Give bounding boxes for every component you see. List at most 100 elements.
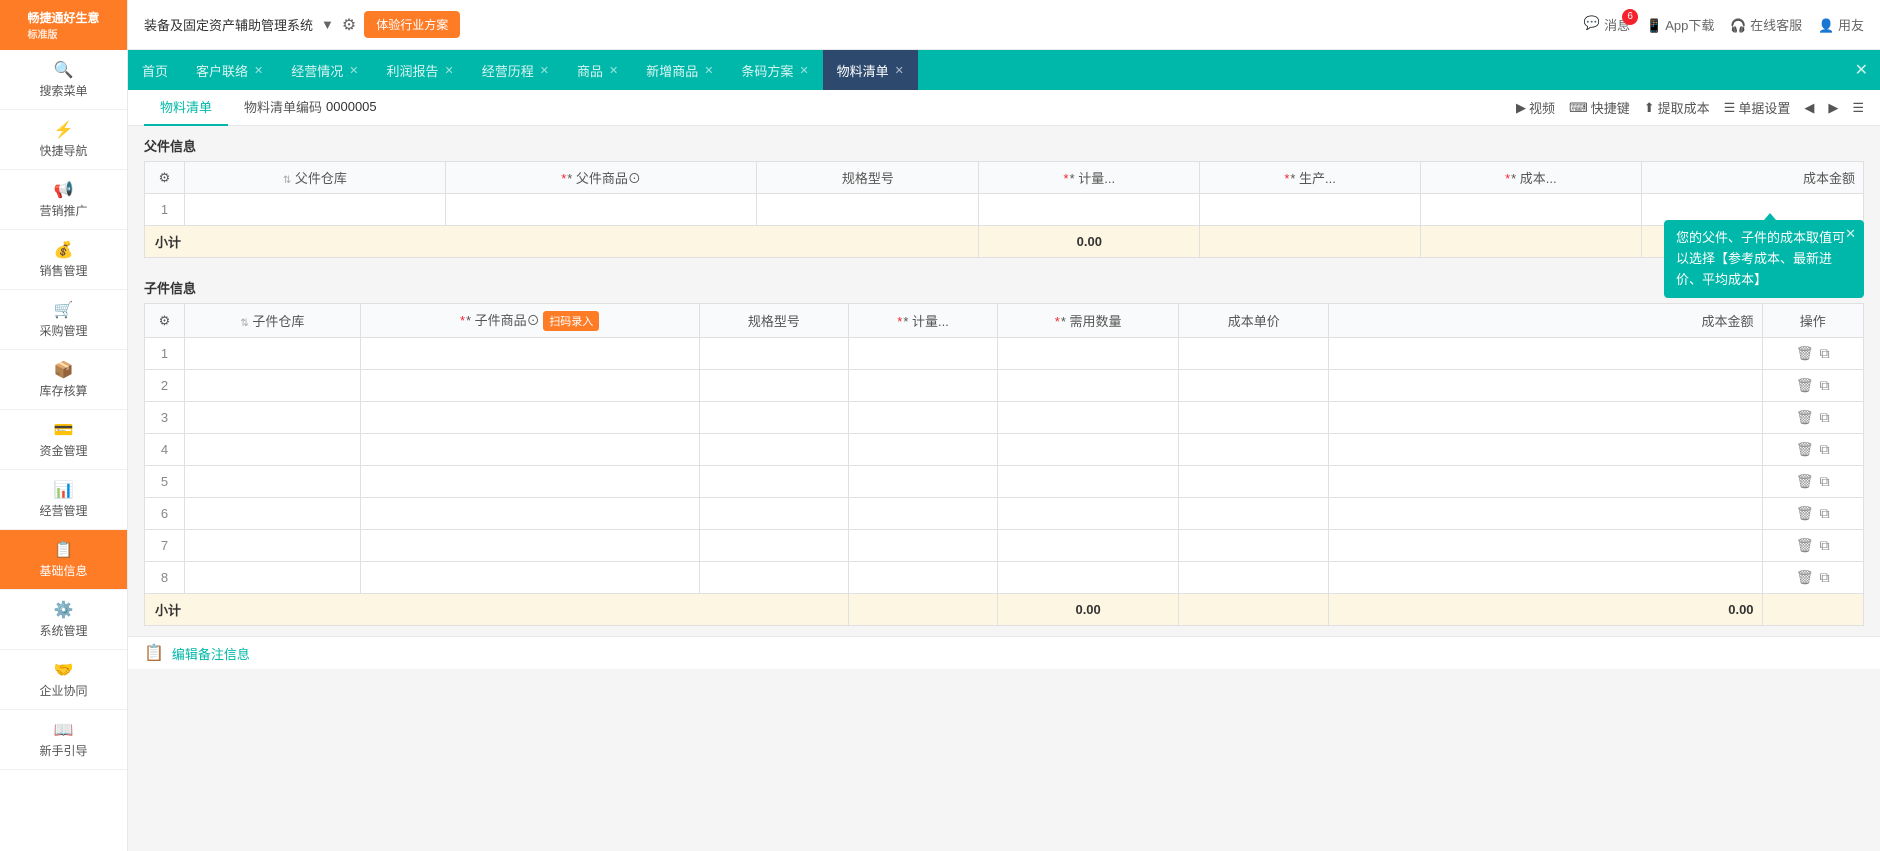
delete-icon-row7[interactable]: 🗑 — [1796, 537, 1814, 554]
prev-page[interactable]: ◀ — [1804, 100, 1814, 116]
tab-bom-close[interactable]: ✕ — [895, 64, 904, 77]
child-col-settings[interactable]: ⚙ — [145, 304, 185, 338]
sidebar-item-sales[interactable]: 💰 销售管理 — [0, 230, 127, 290]
copy-icon-row7[interactable]: ⧉ — [1820, 537, 1830, 554]
child-row8-product[interactable] — [360, 562, 699, 594]
dropdown-arrow-icon[interactable]: ▼ — [321, 17, 334, 32]
child-row5-unit-cost[interactable] — [1179, 466, 1329, 498]
child-row6-spec[interactable] — [699, 498, 849, 530]
tab-barcode-close[interactable]: ✕ — [799, 64, 808, 77]
child-row4-product[interactable] — [360, 434, 699, 466]
sidebar-item-search[interactable]: 🔍 搜索菜单 — [0, 50, 127, 110]
child-row5-product[interactable] — [360, 466, 699, 498]
child-row2-needed-qty[interactable] — [997, 370, 1179, 402]
next-page[interactable]: ▶ — [1828, 100, 1838, 116]
sidebar-item-quicknav[interactable]: ⚡ 快捷导航 — [0, 110, 127, 170]
parent-row-product[interactable] — [445, 194, 756, 226]
child-row4-warehouse[interactable] — [185, 434, 361, 466]
tab-addgoods[interactable]: 新增商品 ✕ — [632, 50, 727, 90]
sidebar-item-guide[interactable]: 📖 新手引导 — [0, 710, 127, 770]
child-row4-unit-cost[interactable] — [1179, 434, 1329, 466]
copy-icon-row4[interactable]: ⧉ — [1820, 441, 1830, 458]
tab-barcode[interactable]: 条码方案 ✕ — [727, 50, 822, 90]
sidebar-item-operations[interactable]: 📊 经营管理 — [0, 470, 127, 530]
child-row3-spec[interactable] — [699, 402, 849, 434]
child-row7-needed-qty[interactable] — [997, 530, 1179, 562]
child-row5-amount[interactable] — [1329, 466, 1763, 498]
doc-settings-action[interactable]: ☰ 单据设置 — [1724, 98, 1791, 117]
child-row3-amount[interactable] — [1329, 402, 1763, 434]
child-row8-amount[interactable] — [1329, 562, 1763, 594]
expand-icon[interactable]: ☰ — [1852, 100, 1864, 116]
sidebar-item-enterprise[interactable]: 🤝 企业协同 — [0, 650, 127, 710]
child-row5-needed-qty[interactable] — [997, 466, 1179, 498]
child-row8-needed-qty[interactable] — [997, 562, 1179, 594]
copy-icon-row3[interactable]: ⧉ — [1820, 409, 1830, 426]
tab-goods[interactable]: 商品 ✕ — [563, 50, 632, 90]
delete-icon-row5[interactable]: 🗑 — [1796, 473, 1814, 490]
parent-row-qty[interactable] — [979, 194, 1200, 226]
child-row7-spec[interactable] — [699, 530, 849, 562]
parent-row-spec[interactable] — [757, 194, 979, 226]
copy-icon-row5[interactable]: ⧉ — [1820, 473, 1830, 490]
tab-profit[interactable]: 利润报告 ✕ — [372, 50, 467, 90]
sub-tab-bom-code[interactable]: 物料清单编码 0000005 — [228, 90, 393, 126]
sidebar-item-finance[interactable]: 💳 资金管理 — [0, 410, 127, 470]
tab-history[interactable]: 经营历程 ✕ — [468, 50, 563, 90]
sidebar-item-basicinfo[interactable]: 📋 基础信息 — [0, 530, 127, 590]
child-row2-amount[interactable] — [1329, 370, 1763, 402]
child-row4-qty-unit[interactable] — [849, 434, 998, 466]
child-row7-unit-cost[interactable] — [1179, 530, 1329, 562]
child-row2-warehouse[interactable] — [185, 370, 361, 402]
settings-icon[interactable]: ⚙ — [342, 15, 356, 35]
child-row7-warehouse[interactable] — [185, 530, 361, 562]
delete-icon-row4[interactable]: 🗑 — [1796, 441, 1814, 458]
child-row1-product[interactable] — [360, 338, 699, 370]
parent-row-cost[interactable] — [1420, 194, 1641, 226]
child-row3-product[interactable] — [360, 402, 699, 434]
tab-operations-close[interactable]: ✕ — [349, 64, 358, 77]
child-row3-qty-unit[interactable] — [849, 402, 998, 434]
child-row6-needed-qty[interactable] — [997, 498, 1179, 530]
parent-col-settings[interactable]: ⚙ — [145, 162, 185, 194]
delete-icon-row8[interactable]: 🗑 — [1796, 569, 1814, 586]
tab-customer[interactable]: 客户联络 ✕ — [182, 50, 277, 90]
tab-bom[interactable]: 物料清单 ✕ — [823, 50, 918, 90]
child-row6-amount[interactable] — [1329, 498, 1763, 530]
bottom-text[interactable]: 编辑备注信息 — [172, 644, 250, 663]
copy-icon-row2[interactable]: ⧉ — [1820, 377, 1830, 394]
child-row7-amount[interactable] — [1329, 530, 1763, 562]
delete-icon-row6[interactable]: 🗑 — [1796, 505, 1814, 522]
child-row1-qty-unit[interactable] — [849, 338, 998, 370]
child-row7-qty-unit[interactable] — [849, 530, 998, 562]
tab-profit-close[interactable]: ✕ — [445, 64, 454, 77]
child-row4-amount[interactable] — [1329, 434, 1763, 466]
child-row1-unit-cost[interactable] — [1179, 338, 1329, 370]
child-row8-spec[interactable] — [699, 562, 849, 594]
sidebar-item-system[interactable]: ⚙️ 系统管理 — [0, 590, 127, 650]
message-badge[interactable]: 💬 6 消息 — [1584, 15, 1630, 34]
tab-goods-close[interactable]: ✕ — [609, 64, 618, 77]
child-row5-qty-unit[interactable] — [849, 466, 998, 498]
child-row6-qty-unit[interactable] — [849, 498, 998, 530]
child-row2-qty-unit[interactable] — [849, 370, 998, 402]
copy-icon-row8[interactable]: ⧉ — [1820, 569, 1830, 586]
user-info[interactable]: 👤 用友 — [1818, 15, 1864, 34]
child-row5-warehouse[interactable] — [185, 466, 361, 498]
extract-cost-action[interactable]: ⬆ 提取成本 — [1644, 98, 1710, 117]
copy-icon-row1[interactable]: ⧉ — [1820, 345, 1830, 362]
child-row8-qty-unit[interactable] — [849, 562, 998, 594]
child-row3-unit-cost[interactable] — [1179, 402, 1329, 434]
delete-icon-row2[interactable]: 🗑 — [1796, 377, 1814, 394]
child-row6-warehouse[interactable] — [185, 498, 361, 530]
tab-operations[interactable]: 经营情况 ✕ — [277, 50, 372, 90]
child-row3-needed-qty[interactable] — [997, 402, 1179, 434]
app-download-btn[interactable]: 📱 App下载 — [1646, 15, 1714, 34]
child-row1-spec[interactable] — [699, 338, 849, 370]
tooltip-close-btn[interactable]: ✕ — [1845, 224, 1856, 245]
tab-addgoods-close[interactable]: ✕ — [704, 64, 713, 77]
delete-icon-row3[interactable]: 🗑 — [1796, 409, 1814, 426]
sidebar-item-marketing[interactable]: 📢 营销推广 — [0, 170, 127, 230]
child-row2-unit-cost[interactable] — [1179, 370, 1329, 402]
sub-tab-bom[interactable]: 物料清单 — [144, 90, 228, 126]
